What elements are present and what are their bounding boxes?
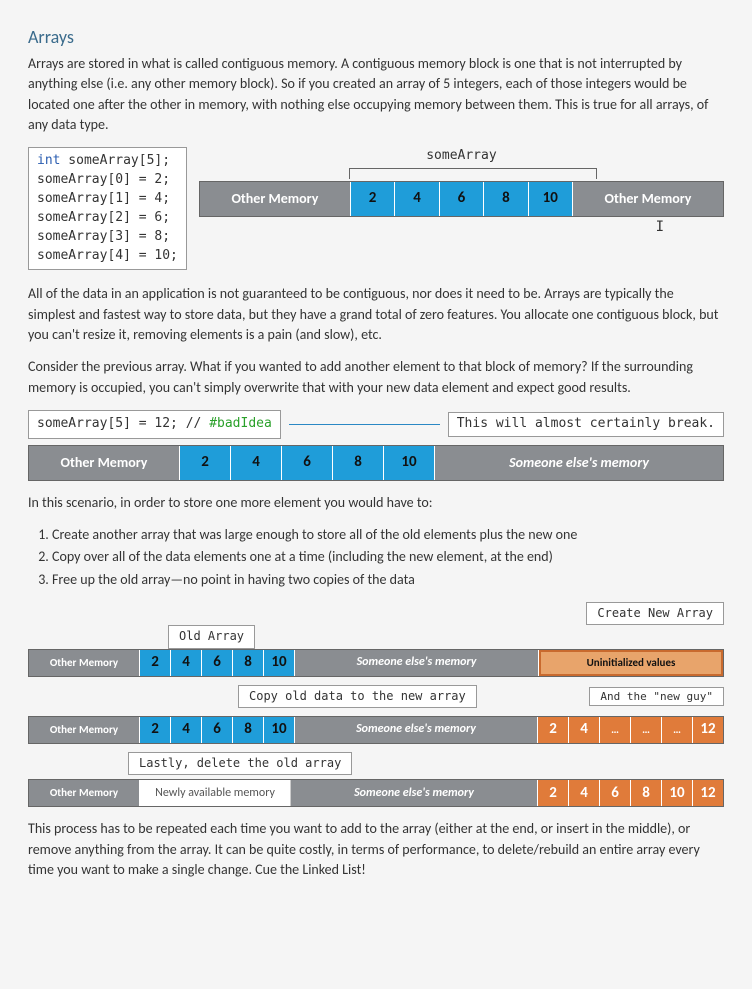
newly-available: Newly available memory — [140, 780, 291, 806]
intro-paragraph: Arrays are stored in what is called cont… — [28, 54, 724, 135]
cell: 2 — [351, 182, 395, 216]
cell: 8 — [484, 182, 528, 216]
cell: 6 — [440, 182, 484, 216]
array-label: someArray — [199, 147, 724, 166]
memory-bar-1: Other Memory 2 4 6 8 10 Other Memory — [199, 181, 724, 217]
memory-bar-5: Other Memory Newly available memory Some… — [28, 779, 724, 807]
code-declaration: int someArray[5]; someArray[0] = 2; some… — [28, 147, 187, 270]
paragraph: All of the data in an application is not… — [28, 284, 724, 345]
memory-bar-4: Other Memory 2 4 6 8 10 Someone else's m… — [28, 716, 724, 744]
new-guy-label: And the "new guy" — [589, 687, 724, 706]
list-item: Copy over all of the data elements one a… — [52, 547, 724, 567]
steps-list: Create another array that was large enou… — [52, 525, 724, 590]
paragraph: Consider the previous array. What if you… — [28, 357, 724, 398]
uninitialized-block: Uninitialized values — [539, 650, 723, 676]
list-item: Create another array that was large enou… — [52, 525, 724, 545]
list-item: Free up the old array—no point in having… — [52, 570, 724, 590]
text-cursor-icon: I — [199, 217, 724, 237]
other-memory-left: Other Memory — [200, 182, 351, 216]
step-lastly-delete: Lastly, delete the old array — [128, 752, 352, 775]
closing-paragraph: This process has to be repeated each tim… — [28, 819, 724, 880]
cell: 10 — [529, 182, 573, 216]
other-memory-right: Other Memory — [573, 182, 723, 216]
cell: 4 — [395, 182, 439, 216]
memory-bar-3: Other Memory 2 4 6 8 10 Someone else's m… — [28, 649, 724, 677]
code-bad-idea: someArray[5] = 12; // #badIdea — [28, 410, 281, 439]
warning-note: This will almost certainly break. — [448, 412, 724, 437]
step-copy-old: Copy old data to the new array — [238, 685, 477, 708]
step-create-new: Create New Array — [586, 602, 724, 625]
page-title: Arrays — [28, 24, 724, 50]
memory-bar-2: Other Memory 2 4 6 8 10 Someone else's m… — [28, 445, 724, 481]
paragraph: In this scenario, in order to store one … — [28, 493, 724, 513]
old-array-label: Old Array — [168, 625, 255, 648]
